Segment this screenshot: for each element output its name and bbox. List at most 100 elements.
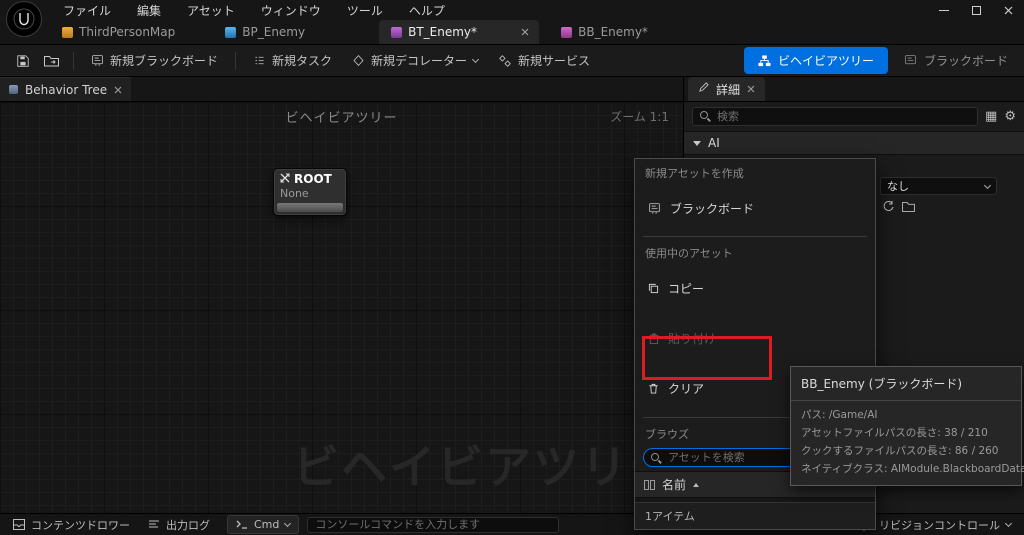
chevron-down-icon bbox=[472, 55, 480, 64]
maximize-icon[interactable] bbox=[960, 0, 992, 20]
button-label: 出力ログ bbox=[166, 518, 210, 532]
section-ai[interactable]: AI bbox=[684, 131, 1024, 155]
output-log-icon bbox=[149, 520, 159, 527]
tooltip-native-class: ネイティブクラス: AIModule.BlackboardData bbox=[801, 463, 1024, 475]
details-search-input[interactable] bbox=[692, 107, 979, 126]
button-label: ビヘイビアツリー bbox=[777, 54, 874, 68]
display-filter-icon[interactable]: ▦ bbox=[985, 110, 997, 123]
root-node-blackboard: None bbox=[280, 187, 309, 200]
tab-label: 詳細 bbox=[716, 82, 741, 97]
graph-watermark: ビヘイビアツリー bbox=[293, 440, 677, 494]
console-icon bbox=[236, 520, 247, 529]
unreal-engine-logo-icon[interactable] bbox=[6, 1, 42, 37]
new-task-button[interactable]: 新規タスク bbox=[244, 47, 341, 74]
collapse-arrow-icon bbox=[693, 140, 701, 146]
details-search-row: ▦ ⚙ bbox=[684, 102, 1024, 131]
paste-icon bbox=[649, 333, 659, 345]
blackboard-asset-icon bbox=[561, 26, 573, 38]
graph-workspace: Behavior Tree ビヘイビアツリー ズーム 1:1 ROOT None… bbox=[0, 77, 683, 513]
close-tab-icon[interactable] bbox=[747, 82, 755, 96]
menu-item-paste: 貼り付け bbox=[635, 314, 875, 364]
menu-section-label: 使用中のアセット bbox=[645, 247, 733, 261]
menu-asset[interactable]: アセット bbox=[174, 0, 248, 20]
copy-icon bbox=[648, 283, 659, 293]
behavior-tree-asset-icon bbox=[391, 26, 403, 38]
asset-count: 1アイテム bbox=[635, 502, 875, 529]
root-node[interactable]: ROOT None bbox=[273, 168, 347, 216]
menu-item-label: ブラックボード bbox=[670, 201, 755, 216]
close-tab-icon[interactable] bbox=[521, 25, 529, 39]
minimize-icon[interactable] bbox=[928, 0, 960, 20]
tooltip-title: BB_Enemy (ブラックボード) bbox=[791, 367, 1021, 401]
use-selected-asset-icon[interactable] bbox=[880, 199, 896, 214]
button-label: 新規サービス bbox=[518, 54, 591, 68]
menu-item-create-blackboard[interactable]: ブラックボード bbox=[635, 183, 875, 233]
console-type-dropdown[interactable]: Cmd bbox=[227, 515, 300, 534]
menu-bar: ファイル 編集 アセット ウィンドウ ツール ヘルプ bbox=[0, 0, 1024, 20]
document-tab-bar: Behavior Tree bbox=[0, 77, 683, 102]
tab-bb-enemy[interactable]: BB_Enemy* bbox=[549, 20, 660, 44]
details-pencil-icon bbox=[698, 82, 709, 96]
trash-icon bbox=[649, 384, 658, 394]
behavior-tree-mode-button[interactable]: ビヘイビアツリー bbox=[743, 47, 888, 74]
chevron-down-icon bbox=[284, 519, 292, 528]
document-icon bbox=[9, 85, 18, 94]
menu-item-label: クリア bbox=[668, 382, 705, 397]
close-icon[interactable] bbox=[992, 0, 1024, 20]
tab-thirdpersonmap[interactable]: ThirdPersonMap bbox=[50, 20, 187, 44]
tab-label: Behavior Tree bbox=[25, 82, 108, 97]
menu-edit[interactable]: 編集 bbox=[124, 0, 174, 20]
search-icon bbox=[700, 111, 708, 119]
blueprint-icon bbox=[225, 26, 237, 38]
menu-window[interactable]: ウィンドウ bbox=[248, 0, 334, 20]
browse-to-asset-icon[interactable] bbox=[38, 51, 65, 71]
menu-file[interactable]: ファイル bbox=[50, 0, 124, 20]
new-blackboard-button[interactable]: 新規ブラックボード bbox=[82, 47, 227, 74]
button-label: 新規デコレーター bbox=[371, 54, 468, 68]
button-label: ブラックボード bbox=[923, 54, 1008, 68]
revision-control-button[interactable]: リビジョンコントロール bbox=[854, 515, 1018, 535]
blackboard-asset-dropdown[interactable]: なし bbox=[880, 177, 997, 195]
asset-tooltip: BB_Enemy (ブラックボード) パス: /Game/AI アセットファイル… bbox=[790, 366, 1024, 486]
sort-ascending-icon bbox=[693, 482, 700, 487]
menu-help[interactable]: ヘルプ bbox=[396, 0, 458, 20]
menu-item-label: 貼り付け bbox=[668, 332, 717, 347]
new-decorator-button[interactable]: 新規デコレーター bbox=[343, 47, 487, 74]
chevron-down-icon bbox=[983, 181, 992, 189]
graph-canvas[interactable]: ビヘイビアツリー ズーム 1:1 ROOT None ビヘイビアツリー bbox=[0, 102, 683, 513]
chevron-down-icon bbox=[1004, 519, 1013, 528]
menu-section-label: 新規アセットを作成 bbox=[645, 167, 744, 180]
tab-label: ThirdPersonMap bbox=[79, 25, 176, 39]
browse-folder-icon[interactable] bbox=[900, 199, 916, 214]
menu-tools[interactable]: ツール bbox=[334, 0, 396, 20]
close-tab-icon[interactable] bbox=[114, 83, 122, 97]
tooltip-asset-path-length: アセットファイルパスの長さ: 38 / 210 bbox=[801, 427, 988, 439]
tooltip-cook-path-length: クックするファイルパスの長さ: 86 / 260 bbox=[801, 445, 999, 457]
graph-title: ビヘイビアツリー bbox=[285, 111, 398, 126]
output-log-button[interactable]: 出力ログ bbox=[141, 515, 217, 535]
zoom-level: ズーム 1:1 bbox=[610, 110, 669, 124]
content-drawer-button[interactable]: コンテンツドロワー bbox=[6, 515, 137, 535]
level-icon bbox=[62, 26, 73, 38]
tab-label: BT_Enemy* bbox=[408, 25, 478, 39]
blackboard-mode-button[interactable]: ブラックボード bbox=[898, 47, 1014, 74]
button-label: 新規タスク bbox=[272, 54, 333, 68]
details-tab-bar: 詳細 bbox=[684, 77, 1024, 102]
save-icon[interactable] bbox=[10, 50, 36, 72]
tab-bt-enemy[interactable]: BT_Enemy* bbox=[379, 20, 540, 44]
console-command-input[interactable] bbox=[307, 516, 560, 533]
tab-label: BB_Enemy* bbox=[578, 25, 648, 39]
tab-bp-enemy[interactable]: BP_Enemy bbox=[213, 20, 317, 44]
tooltip-path: パス: /Game/AI bbox=[801, 409, 878, 421]
root-node-title: ROOT bbox=[294, 172, 332, 186]
root-node-icon bbox=[280, 172, 290, 186]
tab-details[interactable]: 詳細 bbox=[688, 77, 766, 101]
new-service-button[interactable]: 新規サービス bbox=[489, 47, 599, 74]
dropdown-value: なし bbox=[887, 180, 909, 193]
button-label: コンテンツドロワー bbox=[31, 518, 130, 532]
window-controls bbox=[928, 0, 1024, 20]
settings-gear-icon[interactable]: ⚙ bbox=[1004, 110, 1016, 123]
tab-behavior-tree-document[interactable]: Behavior Tree bbox=[0, 77, 132, 101]
node-output-pin[interactable] bbox=[277, 203, 343, 212]
menu-item-copy[interactable]: コピー bbox=[635, 263, 875, 313]
